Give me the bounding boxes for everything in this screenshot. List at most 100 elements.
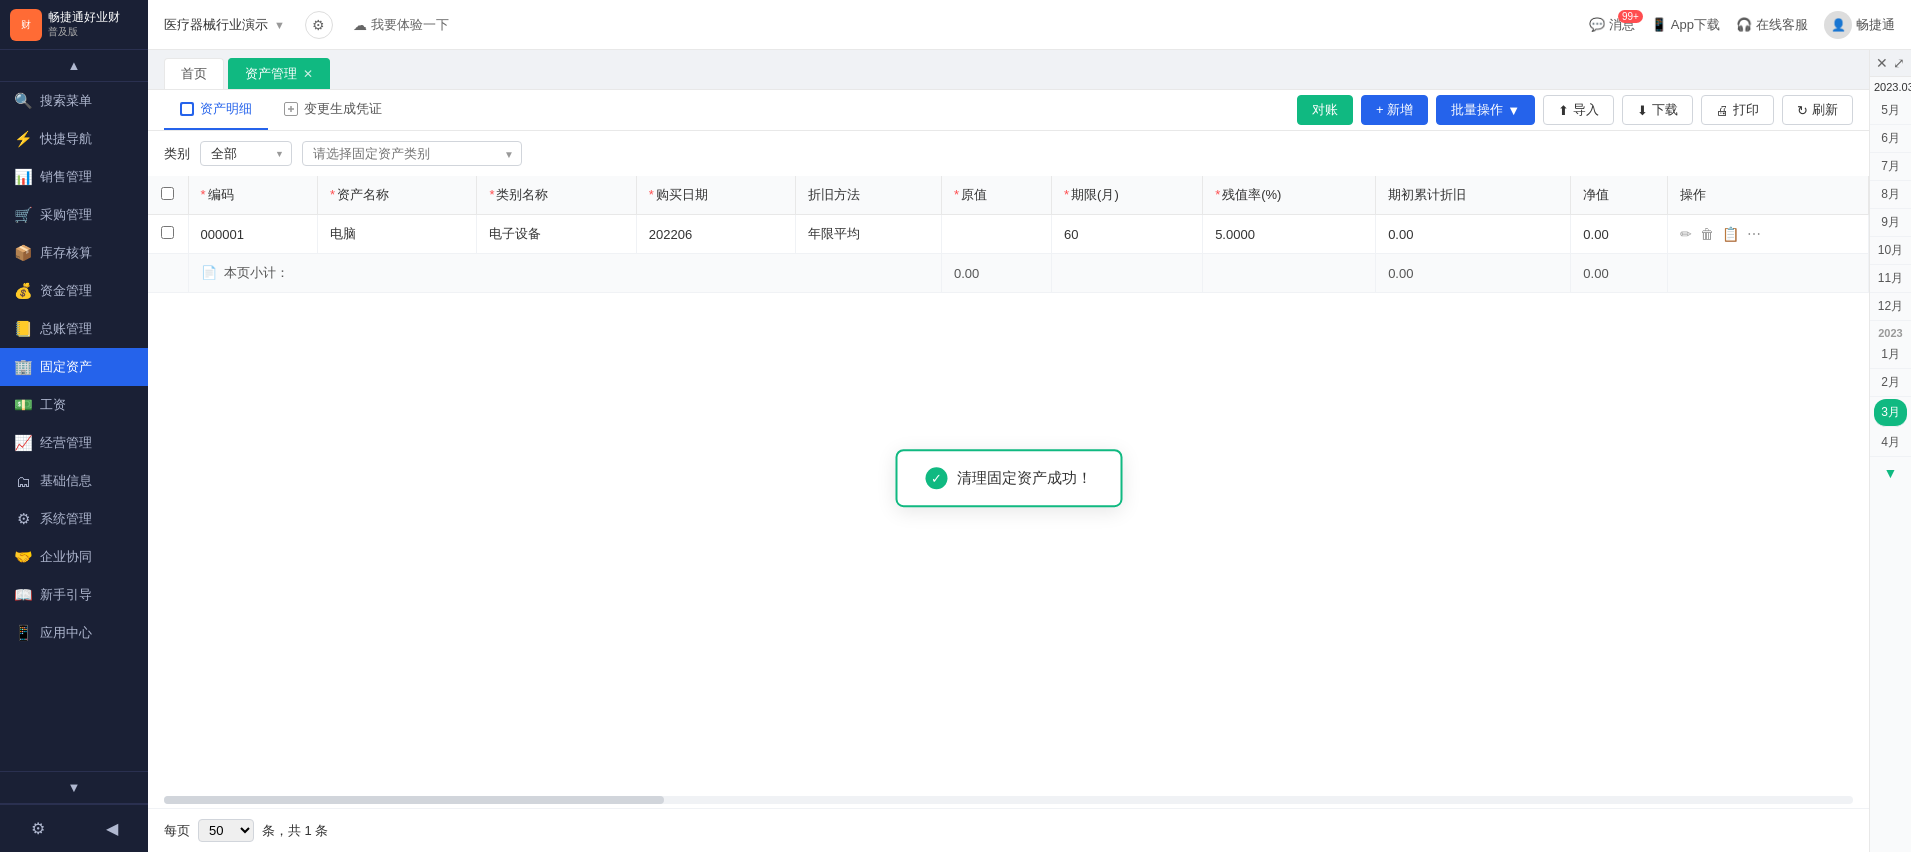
sub-tab-change-voucher[interactable]: 变更生成凭证 bbox=[268, 90, 398, 130]
new-button[interactable]: + 新增 bbox=[1361, 95, 1428, 125]
tab-close-icon[interactable]: ✕ bbox=[303, 67, 313, 81]
month-11[interactable]: 11月 bbox=[1870, 265, 1911, 293]
year-label-2023: 2023 bbox=[1870, 321, 1911, 341]
sidebar-item-system[interactable]: ⚙ 系统管理 bbox=[0, 500, 148, 538]
month-2023-2[interactable]: 2月 bbox=[1870, 369, 1911, 397]
topbar: 医疗器械行业演示 ▼ ⚙ ☁ 我要体验一下 💬 消息 99+ 📱 App下载 🎧… bbox=[148, 0, 1911, 50]
sidebar-item-label: 企业协同 bbox=[40, 548, 92, 566]
sidebar-scroll-up[interactable]: ▲ bbox=[64, 54, 85, 77]
sidebar-bottom: ⚙ ◀ bbox=[0, 804, 148, 852]
month-9[interactable]: 9月 bbox=[1870, 209, 1911, 237]
refresh-button[interactable]: ↻ 刷新 bbox=[1782, 95, 1853, 125]
sidebar-item-guide[interactable]: 📖 新手引导 bbox=[0, 576, 148, 614]
sidebar-item-capital[interactable]: 💰 资金管理 bbox=[0, 272, 148, 310]
table-wrap: *编码 *资产名称 *类别名称 *购买日期 折旧方法 *原值 *期限(月) *残… bbox=[148, 176, 1869, 792]
sidebar-item-purchase[interactable]: 🛒 采购管理 bbox=[0, 196, 148, 234]
sidebar-item-ledger[interactable]: 📒 总账管理 bbox=[0, 310, 148, 348]
sidebar-item-basic-info[interactable]: 🗂 基础信息 bbox=[0, 462, 148, 500]
delete-icon[interactable]: 🗑 bbox=[1700, 226, 1714, 242]
reconcile-button[interactable]: 对账 bbox=[1297, 95, 1353, 125]
table-row: 000001 电脑 电子设备 202206 年限平均 60 5.0000 0.0… bbox=[148, 215, 1869, 254]
sidebar-item-label: 基础信息 bbox=[40, 472, 92, 490]
edit-icon[interactable]: ✏ bbox=[1680, 226, 1692, 242]
month-5[interactable]: 5月 bbox=[1870, 97, 1911, 125]
th-depreciation: 折旧方法 bbox=[796, 176, 942, 215]
more-icon[interactable]: ⋯ bbox=[1747, 226, 1761, 242]
sidebar-item-sales[interactable]: 📊 销售管理 bbox=[0, 158, 148, 196]
right-panel-scroll: 5月 6月 7月 8月 9月 10月 11月 12月 2023 1月 2月 3月… bbox=[1870, 97, 1911, 852]
month-2023-3[interactable]: 3月 bbox=[1874, 399, 1907, 427]
td-residual-rate: 5.0000 bbox=[1203, 215, 1376, 254]
sidebar-item-app-center[interactable]: 📱 应用中心 bbox=[0, 614, 148, 652]
tab-home[interactable]: 首页 bbox=[164, 58, 224, 89]
td-subtotal-empty2 bbox=[1203, 254, 1376, 293]
month-12[interactable]: 12月 bbox=[1870, 293, 1911, 321]
online-service-button[interactable]: 🎧 在线客服 bbox=[1736, 16, 1808, 34]
month-2023-4[interactable]: 4月 bbox=[1870, 429, 1911, 457]
sidebar-item-search[interactable]: 🔍 搜索菜单 bbox=[0, 82, 148, 120]
sub-tab-asset-detail[interactable]: 资产明细 bbox=[164, 90, 268, 130]
per-page-label: 每页 bbox=[164, 822, 190, 840]
company-selector[interactable]: 医疗器械行业演示 ▼ bbox=[164, 16, 285, 34]
category-label: 类别 bbox=[164, 145, 190, 163]
right-panel-close-btn[interactable]: ✕ bbox=[1874, 54, 1891, 72]
import-button[interactable]: ⬆ 导入 bbox=[1543, 95, 1614, 125]
td-name: 电脑 bbox=[318, 215, 477, 254]
horizontal-scrollbar[interactable] bbox=[164, 796, 1853, 804]
batch-ops-button[interactable]: 批量操作 ▼ bbox=[1436, 95, 1535, 125]
month-6[interactable]: 6月 bbox=[1870, 125, 1911, 153]
horizontal-scrollbar-wrap bbox=[148, 792, 1869, 808]
collapse-sidebar-btn[interactable]: ◀ bbox=[98, 815, 126, 842]
tab-home-label: 首页 bbox=[181, 65, 207, 83]
sidebar-item-fixed-assets[interactable]: 🏢 固定资产 bbox=[0, 348, 148, 386]
settings-button[interactable]: ⚙ bbox=[305, 11, 333, 39]
td-subtotal-actions bbox=[1668, 254, 1869, 293]
month-2023-1[interactable]: 1月 bbox=[1870, 341, 1911, 369]
subtotal-label: 本页小计： bbox=[224, 265, 289, 280]
experience-button[interactable]: ☁ 我要体验一下 bbox=[353, 16, 449, 34]
logo-sub: 普及版 bbox=[48, 25, 120, 39]
success-toast: ✓ 清理固定资产成功！ bbox=[895, 449, 1122, 507]
th-purchase-date: *购买日期 bbox=[636, 176, 795, 215]
th-name: *资产名称 bbox=[318, 176, 477, 215]
download-button[interactable]: ⬇ 下载 bbox=[1622, 95, 1693, 125]
th-checkbox bbox=[148, 176, 188, 215]
month-8[interactable]: 8月 bbox=[1870, 181, 1911, 209]
down-arrow-icon: ▼ bbox=[1884, 465, 1898, 481]
select-all-checkbox[interactable] bbox=[161, 187, 174, 200]
per-page-select[interactable]: 10 20 50 100 bbox=[198, 819, 254, 842]
right-panel-expand-btn[interactable]: ⤢ bbox=[1891, 54, 1908, 72]
month-10[interactable]: 10月 bbox=[1870, 237, 1911, 265]
category-input[interactable] bbox=[302, 141, 522, 166]
app-download-button[interactable]: 📱 App下载 bbox=[1651, 16, 1720, 34]
right-panel-down-indicator: ▼ bbox=[1870, 457, 1911, 489]
avatar-image: 👤 bbox=[1824, 11, 1852, 39]
sidebar-item-label: 应用中心 bbox=[40, 624, 92, 642]
td-code: 000001 bbox=[188, 215, 318, 254]
basic-info-icon: 🗂 bbox=[14, 472, 32, 490]
sidebar-scroll-down[interactable]: ▼ bbox=[64, 776, 85, 799]
sidebar-item-cooperation[interactable]: 🤝 企业协同 bbox=[0, 538, 148, 576]
print-button[interactable]: 🖨 打印 bbox=[1701, 95, 1774, 125]
category-select[interactable]: 全部 电子设备 办公设备 机械设备 bbox=[200, 141, 292, 166]
asset-table: *编码 *资产名称 *类别名称 *购买日期 折旧方法 *原值 *期限(月) *残… bbox=[148, 176, 1869, 293]
fixed-assets-icon: 🏢 bbox=[14, 358, 32, 376]
month-7[interactable]: 7月 bbox=[1870, 153, 1911, 181]
sidebar-item-inventory[interactable]: 📦 库存核算 bbox=[0, 234, 148, 272]
success-message: 清理固定资产成功！ bbox=[957, 469, 1092, 488]
sidebar-item-payroll[interactable]: 💵 工资 bbox=[0, 386, 148, 424]
sidebar-item-operations[interactable]: 📈 经营管理 bbox=[0, 424, 148, 462]
logo-text: 畅捷通好业财 bbox=[48, 10, 120, 26]
tab-asset-management[interactable]: 资产管理 ✕ bbox=[228, 58, 330, 89]
ledger-icon: 📒 bbox=[14, 320, 32, 338]
th-period: *期限(月) bbox=[1052, 176, 1203, 215]
pagination: 每页 10 20 50 100 条，共 1 条 bbox=[148, 808, 1869, 852]
sidebar-item-quicknav[interactable]: ⚡ 快捷导航 bbox=[0, 120, 148, 158]
subtotal-row: 📄 本页小计： 0.00 0.00 0.00 bbox=[148, 254, 1869, 293]
message-button[interactable]: 💬 消息 99+ bbox=[1589, 16, 1635, 34]
user-avatar[interactable]: 👤 畅捷通 bbox=[1824, 11, 1895, 39]
row-checkbox[interactable] bbox=[161, 226, 174, 239]
settings-bottom-btn[interactable]: ⚙ bbox=[23, 815, 53, 842]
print-icon: 🖨 bbox=[1716, 103, 1729, 118]
copy-icon[interactable]: 📋 bbox=[1722, 226, 1739, 242]
